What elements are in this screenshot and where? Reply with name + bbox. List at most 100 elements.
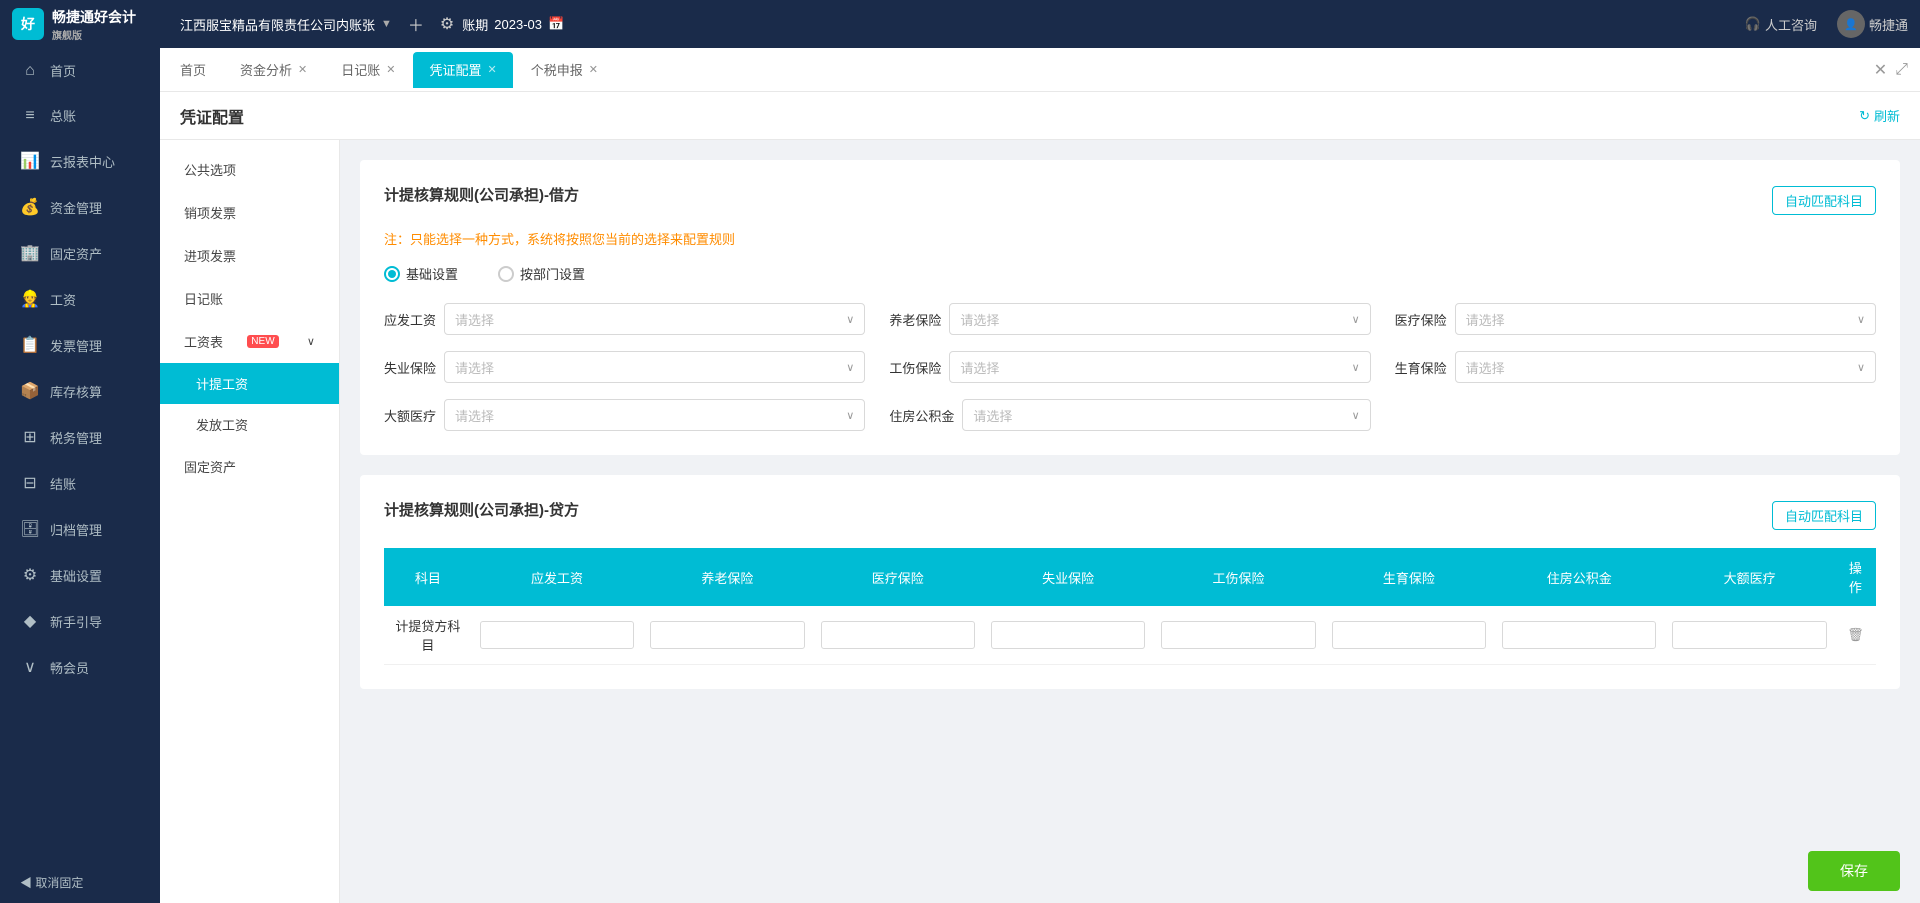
- nav-journal[interactable]: 日记账: [160, 277, 339, 320]
- new-badge: NEW: [247, 335, 278, 348]
- assets-icon: 🏢: [20, 243, 40, 263]
- nav-sales[interactable]: 销项发票: [160, 191, 339, 234]
- tab-voucher[interactable]: 凭证配置 ✕: [413, 52, 512, 88]
- sidebar-item-close[interactable]: ⊟ 结账: [0, 460, 160, 506]
- auto-match-credit-btn[interactable]: 自动匹配科目: [1772, 501, 1876, 530]
- sidebar-item-tax[interactable]: ⊞ 税务管理: [0, 414, 160, 460]
- tab-journal-close[interactable]: ✕: [386, 63, 395, 76]
- reports-icon: 📊: [20, 151, 40, 171]
- radio-basic[interactable]: 基础设置: [384, 264, 458, 283]
- form-item-zfgjj: 住房公积金 请选择 ∨: [889, 399, 1370, 431]
- sidebar-item-reports[interactable]: 📊 云报表中心: [0, 138, 160, 184]
- sidebar-item-invoice[interactable]: 📋 发票管理: [0, 322, 160, 368]
- sidebar-item-archive[interactable]: 🗄 归档管理: [0, 506, 160, 552]
- form-select-zfgjj[interactable]: 请选择 ∨: [962, 399, 1370, 431]
- tab-journal[interactable]: 日记账 ✕: [325, 52, 411, 88]
- app-logo: 好 畅捷通好会计 旗舰版: [12, 7, 172, 42]
- nav-public[interactable]: 公共选项: [160, 148, 339, 191]
- input-ylbx[interactable]: [650, 621, 804, 649]
- form-select-sybx[interactable]: 请选择 ∨: [444, 351, 865, 383]
- sidebar-item-assets[interactable]: 🏢 固定资产: [0, 230, 160, 276]
- tab-expand-icon[interactable]: ⤢: [1895, 61, 1908, 79]
- form-item-sybx: 失业保险 请选择 ∨: [384, 351, 865, 383]
- sidebar-item-label: 新手引导: [50, 612, 102, 631]
- form-select-sybx2[interactable]: 请选择 ∨: [1455, 351, 1876, 383]
- company-selector[interactable]: 江西服宝精品有限责任公司内账张 ▼: [180, 15, 392, 34]
- form-select-gsbx-placeholder: 请选择: [960, 358, 999, 377]
- input-dely[interactable]: [1672, 621, 1826, 649]
- nav-fixed-assets[interactable]: 固定资产: [160, 445, 339, 488]
- refresh-btn[interactable]: ↻ 刷新: [1859, 106, 1900, 125]
- tab-tax[interactable]: 个税申报 ✕: [515, 52, 614, 88]
- col-zfgjj: 住房公积金: [1494, 548, 1664, 606]
- avatar: 👤: [1837, 10, 1865, 38]
- tab-voucher-close[interactable]: ✕: [488, 63, 497, 76]
- form-item-gsbx: 工伤保险 请选择 ∨: [889, 351, 1370, 383]
- form-select-dely-placeholder: 请选择: [455, 406, 494, 425]
- col-ylbx: 养老保险: [642, 548, 812, 606]
- sidebar-item-label: 基础设置: [50, 566, 102, 585]
- cell-ylbx2: [813, 606, 983, 665]
- sidebar-item-fund[interactable]: 💰 资金管理: [0, 184, 160, 230]
- form-item-yfgz: 应发工资 请选择 ∨: [384, 303, 865, 335]
- sidebar-item-label: 归档管理: [50, 520, 102, 539]
- cell-ops: 🗑: [1835, 606, 1876, 665]
- input-yfgz[interactable]: [480, 621, 634, 649]
- input-sybx[interactable]: [991, 621, 1145, 649]
- support-btn[interactable]: 🎧 人工咨询: [1745, 15, 1817, 34]
- tab-close-all-icon[interactable]: ✕: [1874, 60, 1887, 80]
- logo-icon: 好: [12, 8, 44, 40]
- sidebar-item-label: 库存核算: [50, 382, 102, 401]
- tab-fund-close[interactable]: ✕: [298, 63, 307, 76]
- tab-home-label: 首页: [180, 60, 206, 79]
- form-label-dely: 大额医疗: [384, 406, 436, 425]
- refresh-label: 刷新: [1874, 106, 1900, 125]
- form-label-ylbx: 养老保险: [889, 310, 941, 329]
- cancel-pin-btn[interactable]: ◀ 取消固定: [0, 862, 160, 903]
- sidebar-item-inventory[interactable]: 📦 库存核算: [0, 368, 160, 414]
- nav-calc-salary[interactable]: 计提工资: [160, 363, 339, 404]
- add-icon[interactable]: ＋: [408, 12, 424, 36]
- auto-match-debit-btn[interactable]: 自动匹配科目: [1772, 186, 1876, 215]
- member-icon: ∨: [20, 657, 40, 677]
- select-arrow-icon: ∨: [1352, 409, 1360, 422]
- sidebar-item-salary[interactable]: 👷 工资: [0, 276, 160, 322]
- form-select-dely[interactable]: 请选择 ∨: [444, 399, 865, 431]
- input-sybx2[interactable]: [1332, 621, 1486, 649]
- form-select-gsbx[interactable]: 请选择 ∨: [949, 351, 1370, 383]
- radio-dept-circle: [498, 266, 514, 282]
- nav-purchase[interactable]: 进项发票: [160, 234, 339, 277]
- input-ylbx2[interactable]: [821, 621, 975, 649]
- tab-fund[interactable]: 资金分析 ✕: [224, 52, 323, 88]
- fund-icon: 💰: [20, 197, 40, 217]
- sidebar-item-settings[interactable]: ⚙ 基础设置: [0, 552, 160, 598]
- calendar-icon[interactable]: 📅: [548, 16, 564, 32]
- form-select-ylbx2[interactable]: 请选择 ∨: [1455, 303, 1876, 335]
- form-select-zfgjj-placeholder: 请选择: [973, 406, 1012, 425]
- radio-dept[interactable]: 按部门设置: [498, 264, 585, 283]
- period-selector[interactable]: 账期 2023-03 📅: [462, 15, 564, 34]
- top-bar: 好 畅捷通好会计 旗舰版 江西服宝精品有限责任公司内账张 ▼ ＋ ⚙ 账期 20…: [0, 0, 1920, 48]
- sidebar-item-member[interactable]: ∨ 畅会员: [0, 644, 160, 690]
- settings-icon[interactable]: ⚙: [440, 14, 454, 34]
- form-label-ylbx2: 医疗保险: [1395, 310, 1447, 329]
- tab-tax-close[interactable]: ✕: [589, 63, 598, 76]
- form-grid-debit: 应发工资 请选择 ∨ 养老保险 请选择 ∨: [384, 303, 1876, 431]
- input-zfgjj[interactable]: [1502, 621, 1656, 649]
- tab-home[interactable]: 首页: [164, 52, 222, 88]
- nav-pay-salary[interactable]: 发放工资: [160, 404, 339, 445]
- sidebar-item-guide[interactable]: ◆ 新手引导: [0, 598, 160, 644]
- input-gsbx[interactable]: [1161, 621, 1315, 649]
- sidebar-item-home[interactable]: ⌂ 首页: [0, 48, 160, 93]
- sidebar-item-ledger[interactable]: ≡ 总账: [0, 93, 160, 138]
- tab-voucher-label: 凭证配置: [429, 60, 481, 79]
- nav-salary-table-header[interactable]: 工资表 NEW ∨: [160, 320, 339, 363]
- delete-row-icon[interactable]: 🗑: [1847, 627, 1864, 642]
- col-gsbx: 工伤保险: [1153, 548, 1323, 606]
- invoice-icon: 📋: [20, 335, 40, 355]
- form-select-yfgz[interactable]: 请选择 ∨: [444, 303, 865, 335]
- user-menu[interactable]: 👤 畅捷通: [1837, 10, 1908, 38]
- form-select-ylbx[interactable]: 请选择 ∨: [949, 303, 1370, 335]
- save-button[interactable]: 保存: [1808, 851, 1900, 891]
- form-item-ylbx: 养老保险 请选择 ∨: [889, 303, 1370, 335]
